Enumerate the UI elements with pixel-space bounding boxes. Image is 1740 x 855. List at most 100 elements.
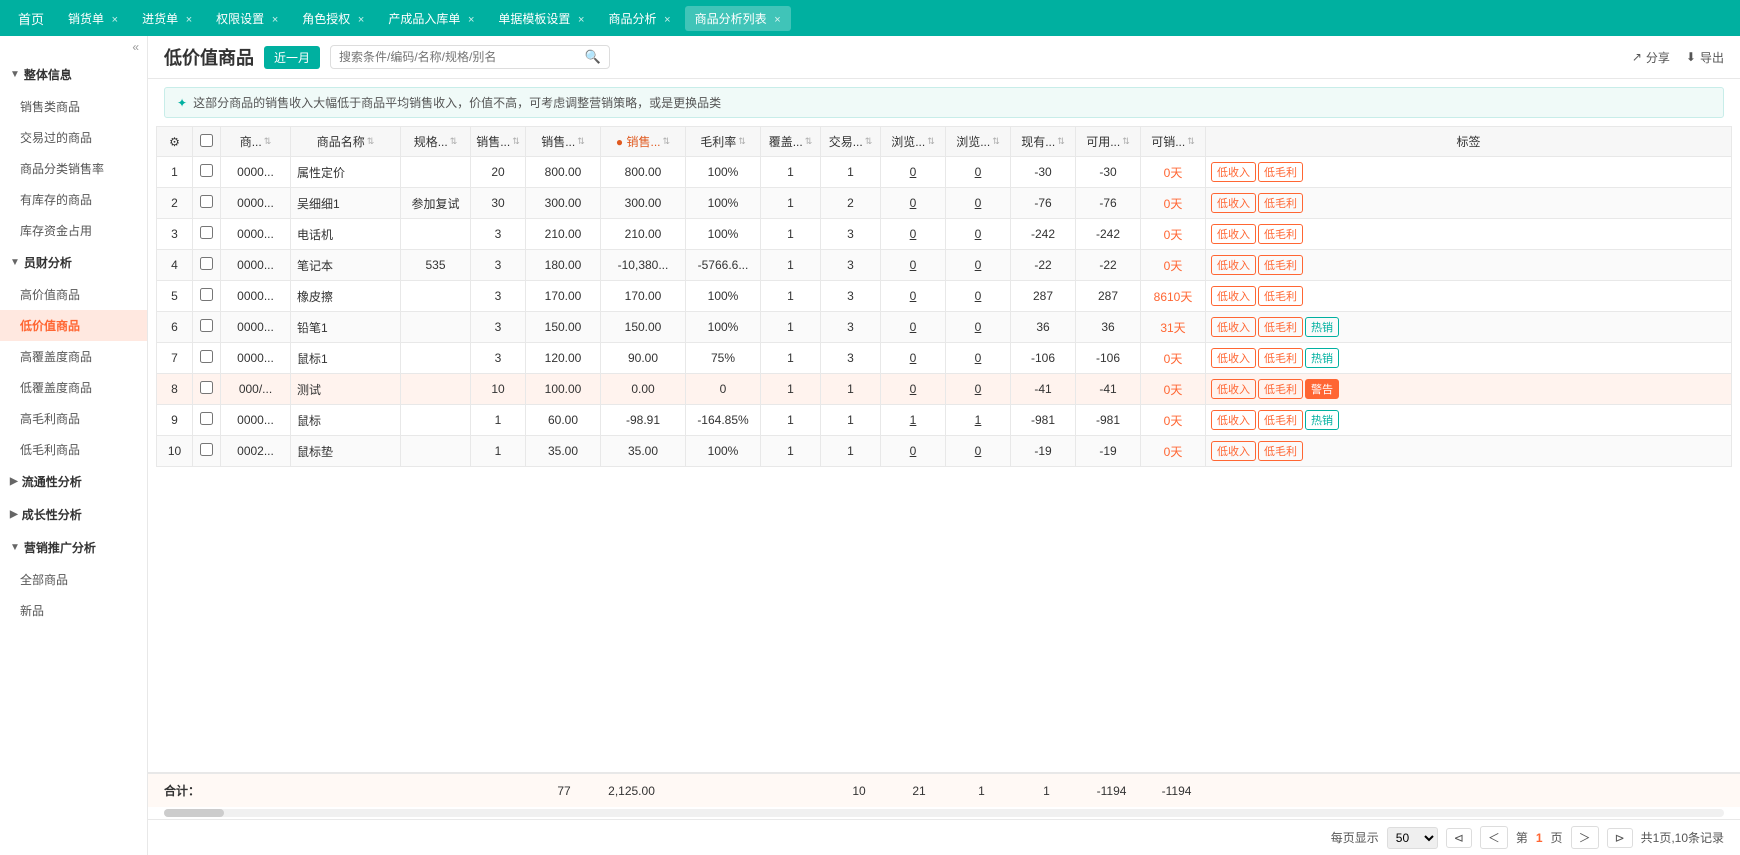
col-spec[interactable]: 规格...⇅ [401,127,471,157]
export-button[interactable]: ⬇ 导出 [1686,49,1724,66]
sidebar-item-high-coverage[interactable]: 高覆盖度商品 [0,341,147,372]
row-checkbox[interactable] [200,443,213,456]
close-template-tab[interactable]: × [578,14,584,26]
cell-s2: 180.00 [526,250,601,281]
row-checkbox[interactable] [200,164,213,177]
page-prev-button[interactable]: ＜ [1480,826,1508,849]
col-sellable[interactable]: 可销...⇅ [1141,127,1206,157]
search-icon[interactable]: 🔍 [585,49,601,65]
browse2-link[interactable]: 0 [975,227,982,241]
close-permission-tab[interactable]: × [272,14,278,26]
cell-browse1: 0 [881,219,946,250]
sidebar-item-low-coverage[interactable]: 低覆盖度商品 [0,372,147,403]
col-tags[interactable]: 标签 [1206,127,1732,157]
sidebar-group-overall[interactable]: ▼ 整体信息 [0,58,147,91]
browse1-link[interactable]: 0 [910,258,917,272]
sidebar-item-category-sales[interactable]: 商品分类销售率 [0,153,147,184]
browse1-link[interactable]: 0 [910,351,917,365]
browse2-link[interactable]: 0 [975,351,982,365]
col-browse2[interactable]: 浏览...⇅ [946,127,1011,157]
browse1-link[interactable]: 0 [910,320,917,334]
col-s1[interactable]: 销售...⇅ [471,127,526,157]
nav-template[interactable]: 单据模板设置 × [488,6,594,31]
sidebar-item-all-products[interactable]: 全部商品 [0,564,147,595]
per-page-select[interactable]: 50 100 200 [1387,827,1438,849]
close-goods-list-tab[interactable]: × [774,14,780,26]
sidebar-item-sales-products[interactable]: 销售类商品 [0,91,147,122]
row-checkbox[interactable] [200,350,213,363]
browse2-link[interactable]: 0 [975,320,982,334]
col-browse1[interactable]: 浏览...⇅ [881,127,946,157]
nav-home[interactable]: 首页 [8,5,54,32]
col-settings[interactable]: ⚙ [157,127,193,157]
sidebar-collapse-button[interactable]: « [0,36,147,58]
cell-spec [401,343,471,374]
row-checkbox[interactable] [200,257,213,270]
col-name[interactable]: 商品名称⇅ [291,127,401,157]
col-s3[interactable]: ● 销售...⇅ [601,127,686,157]
page-first-button[interactable]: ⊲ [1446,828,1472,848]
close-purchase-tab[interactable]: × [186,14,192,26]
nav-role[interactable]: 角色授权 × [292,6,374,31]
sidebar-item-stock-capital[interactable]: 库存资金占用 [0,215,147,246]
sidebar-item-new-products[interactable]: 新品 [0,595,147,626]
nav-purchase[interactable]: 进货单 × [132,6,202,31]
sidebar-group-growth[interactable]: ▶ 成长性分析 [0,498,147,531]
sidebar-group-marketing[interactable]: ▼ 营销推广分析 [0,531,147,564]
close-product-tab[interactable]: × [468,14,474,26]
browse1-link[interactable]: 0 [910,196,917,210]
browse2-link[interactable]: 0 [975,165,982,179]
row-checkbox[interactable] [200,319,213,332]
nav-goods-list[interactable]: 商品分析列表 × [685,6,791,31]
browse2-link[interactable]: 0 [975,382,982,396]
col-trade[interactable]: 交易...⇅ [821,127,881,157]
nav-product[interactable]: 产成品入库单 × [378,6,484,31]
sidebar-item-traded[interactable]: 交易过的商品 [0,122,147,153]
period-button[interactable]: 近一月 [264,46,320,69]
browse2-link[interactable]: 0 [975,258,982,272]
row-checkbox[interactable] [200,195,213,208]
share-button[interactable]: ↗ 分享 [1632,49,1670,66]
browse1-link[interactable]: 0 [910,382,917,396]
browse2-link[interactable]: 0 [975,444,982,458]
browse1-link[interactable]: 1 [910,413,917,427]
browse2-link[interactable]: 1 [975,413,982,427]
sort-avail-icon: ⇅ [1122,136,1130,147]
col-avail[interactable]: 可用...⇅ [1076,127,1141,157]
col-s2[interactable]: 销售...⇅ [526,127,601,157]
row-checkbox[interactable] [200,288,213,301]
col-coverage[interactable]: 覆盖...⇅ [761,127,821,157]
col-code[interactable]: 商...⇅ [221,127,291,157]
col-gross[interactable]: 毛利率⇅ [686,127,761,157]
row-checkbox[interactable] [200,412,213,425]
browse1-link[interactable]: 0 [910,165,917,179]
browse1-link[interactable]: 0 [910,227,917,241]
row-checkbox[interactable] [200,381,213,394]
row-checkbox[interactable] [200,226,213,239]
horizontal-scrollbar[interactable] [164,809,1724,817]
cell-num: 8 [157,374,193,405]
select-all-checkbox[interactable] [200,134,213,147]
nav-permission[interactable]: 权限设置 × [206,6,288,31]
browse1-link[interactable]: 0 [910,444,917,458]
sidebar-item-low-value[interactable]: 低价值商品 [0,310,147,341]
close-role-tab[interactable]: × [358,14,364,26]
sidebar-group-liquidity[interactable]: ▶ 流通性分析 [0,465,147,498]
search-input[interactable] [339,50,579,64]
page-last-button[interactable]: ⊳ [1607,828,1633,848]
browse1-link[interactable]: 0 [910,289,917,303]
page-next-button[interactable]: ＞ [1571,826,1599,849]
browse2-link[interactable]: 0 [975,289,982,303]
close-sales-tab[interactable]: × [112,14,118,26]
close-goods-analysis-tab[interactable]: × [664,14,670,26]
col-stock[interactable]: 现有...⇅ [1011,127,1076,157]
cell-num: 3 [157,219,193,250]
nav-goods-analysis[interactable]: 商品分析 × [598,6,680,31]
sidebar-item-low-margin[interactable]: 低毛利商品 [0,434,147,465]
sidebar-group-financial[interactable]: ▼ 员财分析 [0,246,147,279]
browse2-link[interactable]: 0 [975,196,982,210]
sidebar-item-high-margin[interactable]: 高毛利商品 [0,403,147,434]
sidebar-item-high-value[interactable]: 高价值商品 [0,279,147,310]
nav-sales[interactable]: 销货单 × [58,6,128,31]
sidebar-item-in-stock[interactable]: 有库存的商品 [0,184,147,215]
